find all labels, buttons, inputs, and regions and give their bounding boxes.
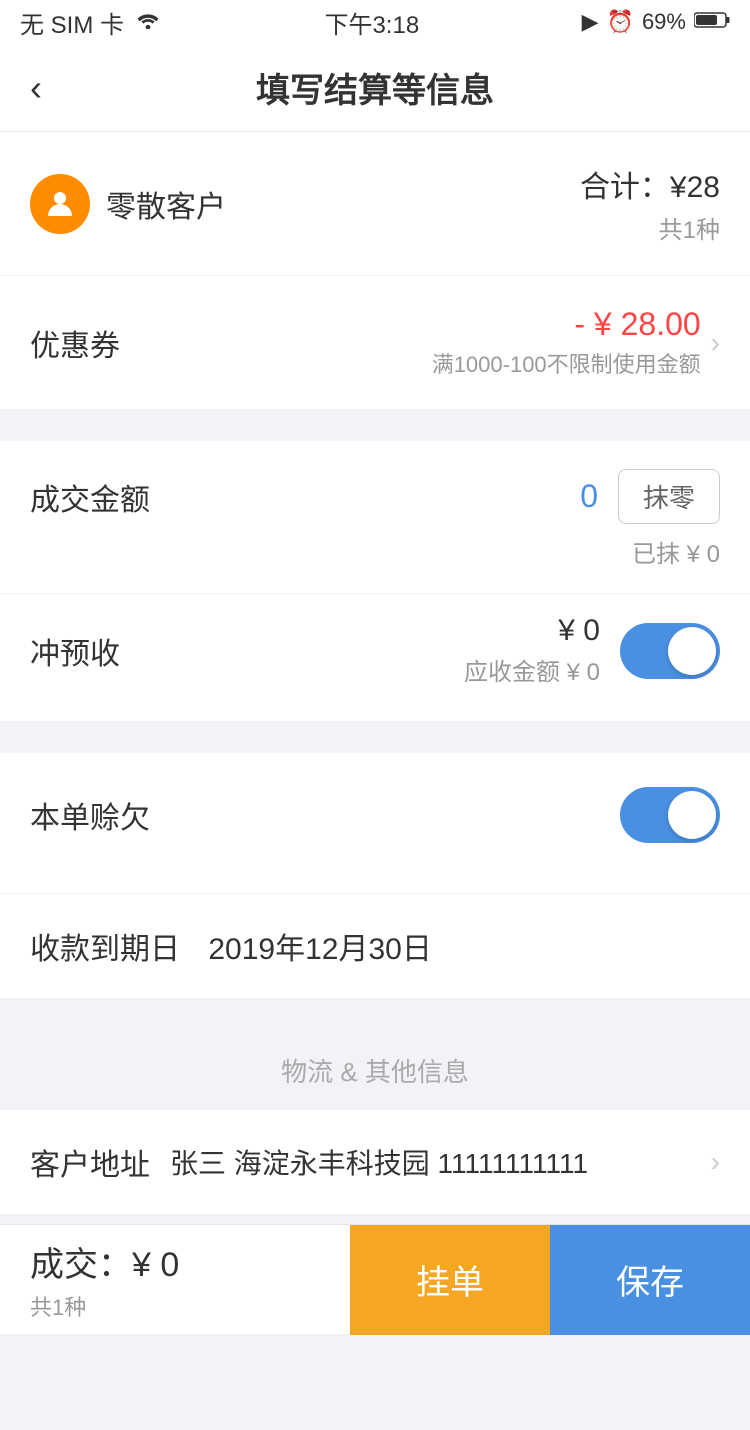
logistics-label: 物流 & 其他信息 xyxy=(261,1052,489,1089)
customer-section: 零散客户 合计：¥28 共1种 优惠券 - ¥ 28.00 满1000-100不… xyxy=(0,132,750,409)
divider-1 xyxy=(0,425,750,441)
logistics-text: 物流 & 其他信息 xyxy=(281,1052,469,1089)
transaction-section: 成交金额 0 抹零 已抹 ¥ 0 冲预收 ¥ 0 应收金额 ¥ 0 xyxy=(0,441,750,721)
prepay-toggle[interactable] xyxy=(620,623,720,679)
status-time: 下午3:18 xyxy=(324,5,419,40)
prepay-right: ¥ 0 应收金额 ¥ 0 xyxy=(464,614,720,687)
status-left: 无 SIM 卡 xyxy=(20,5,162,40)
coupon-row[interactable]: 优惠券 - ¥ 28.00 满1000-100不限制使用金额 › xyxy=(0,275,750,409)
prepay-info: ¥ 0 应收金额 ¥ 0 xyxy=(464,614,600,687)
bottom-summary-sub: 共1种 xyxy=(30,1290,320,1322)
amount-right: 0 抹零 xyxy=(580,469,720,524)
coupon-chevron-icon: › xyxy=(711,327,720,359)
customer-name: 零散客户 xyxy=(106,182,226,226)
coupon-right: - ¥ 28.00 满1000-100不限制使用金额 › xyxy=(432,306,720,379)
alarm-icon: ⏰ xyxy=(607,9,634,35)
address-label: 客户地址 xyxy=(30,1140,150,1184)
summary-amount: ¥ 0 xyxy=(132,1246,179,1284)
amount-label: 成交金额 xyxy=(30,475,150,519)
credit-label: 本单赊欠 xyxy=(30,793,150,837)
prepay-amount: ¥ 0 xyxy=(464,614,600,648)
prepay-row: 冲预收 ¥ 0 应收金额 ¥ 0 xyxy=(0,593,750,697)
coupon-description: 满1000-100不限制使用金额 xyxy=(432,347,701,379)
credit-toggle-thumb xyxy=(668,791,716,839)
prepay-toggle-thumb xyxy=(668,627,716,675)
battery-text: 69% xyxy=(642,9,686,35)
divider-3 xyxy=(0,1014,750,1030)
bottom-bar: 成交：¥ 0 共1种 挂单 保存 xyxy=(0,1224,750,1334)
address-value: 张三 海淀永丰科技园 11111111111 xyxy=(170,1142,711,1182)
save-button[interactable]: 保存 xyxy=(550,1225,750,1335)
bottom-summary: 成交：¥ 0 共1种 xyxy=(0,1237,350,1322)
hang-button[interactable]: 挂单 xyxy=(350,1225,550,1335)
amount-value: 0 xyxy=(580,478,598,515)
amount-sub-text: 已抹 ¥ 0 xyxy=(0,534,750,593)
page-title: 填写结算等信息 xyxy=(256,63,494,112)
wifi-icon xyxy=(134,8,162,36)
prepay-sub-row xyxy=(0,697,750,721)
customer-info: 零散客户 xyxy=(30,174,226,234)
coupon-label: 优惠券 xyxy=(30,321,120,365)
address-row[interactable]: 客户地址 张三 海淀永丰科技园 11111111111 › xyxy=(0,1110,750,1214)
total-price: 合计：¥28 xyxy=(580,162,720,206)
credit-section: 本单赊欠 收款到期日 2019年12月30日 xyxy=(0,753,750,998)
battery-icon xyxy=(694,9,730,35)
total-count: 共1种 xyxy=(580,210,720,245)
avatar xyxy=(30,174,90,234)
logistics-header: 物流 & 其他信息 xyxy=(0,1030,750,1110)
credit-row: 本单赊欠 xyxy=(0,753,750,877)
customer-total: 合计：¥28 共1种 xyxy=(580,162,720,245)
round-zero-button[interactable]: 抹零 xyxy=(618,469,720,524)
credit-toggle[interactable] xyxy=(620,787,720,843)
customer-row: 零散客户 合计：¥28 共1种 xyxy=(0,132,750,275)
amount-row: 成交金额 0 抹零 xyxy=(0,441,750,534)
address-chevron-icon: › xyxy=(711,1146,720,1178)
bottom-summary-top: 成交：¥ 0 xyxy=(30,1237,320,1286)
summary-label: 成交： xyxy=(30,1246,132,1284)
prepay-label: 冲预收 xyxy=(30,629,120,673)
due-date-label: 收款到期日 xyxy=(30,933,180,966)
status-bar: 无 SIM 卡 下午3:18 ▶ ⏰ 69% xyxy=(0,0,750,44)
status-right: ▶ ⏰ 69% xyxy=(582,9,730,35)
nav-bar: ‹ 填写结算等信息 xyxy=(0,44,750,132)
coupon-discount: - ¥ 28.00 xyxy=(432,306,701,343)
location-icon: ▶ xyxy=(582,9,599,35)
prepay-receivable: 应收金额 ¥ 0 xyxy=(464,652,600,687)
divider-2 xyxy=(0,737,750,753)
due-date-value: 2019年12月30日 xyxy=(208,933,431,966)
back-button[interactable]: ‹ xyxy=(30,67,42,109)
carrier-text: 无 SIM 卡 xyxy=(20,5,124,40)
due-date-row: 收款到期日 2019年12月30日 xyxy=(0,893,750,998)
coupon-info: - ¥ 28.00 满1000-100不限制使用金额 xyxy=(432,306,701,379)
